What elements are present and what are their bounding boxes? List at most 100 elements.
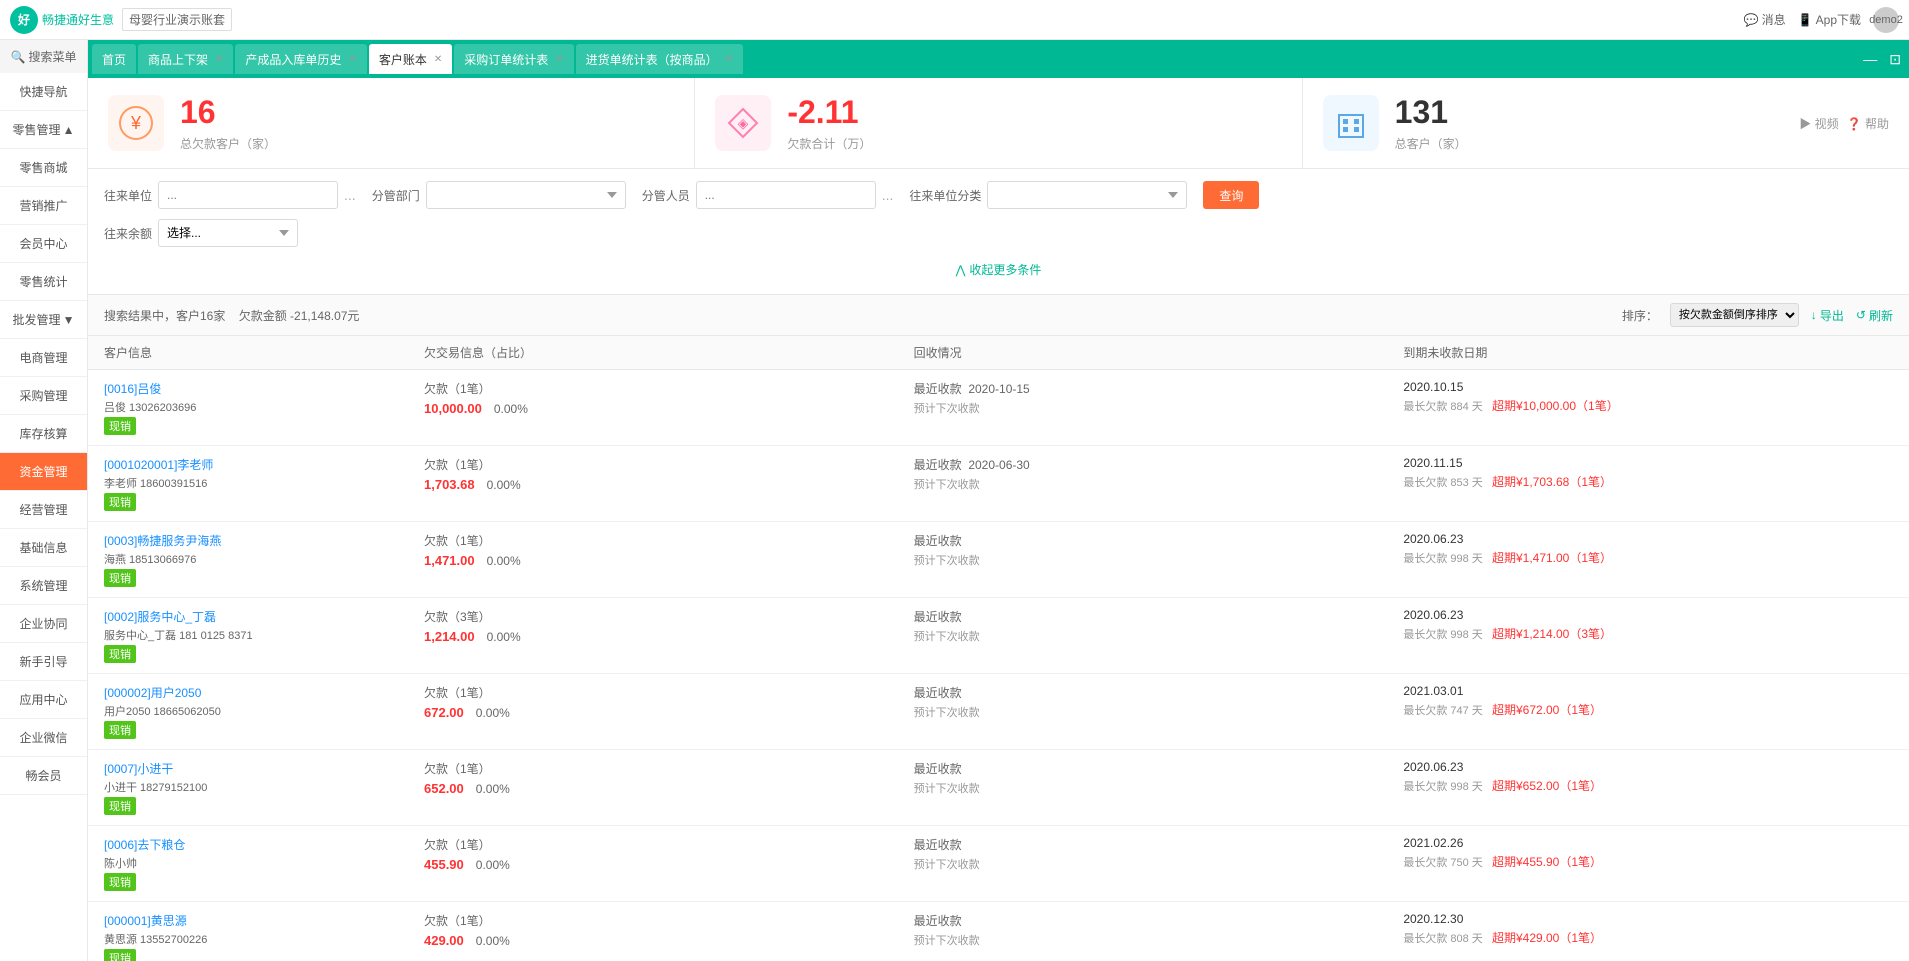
recovery-cell: 最近收款 预计下次收款 [914,912,1404,948]
tab-close-icon[interactable]: ✕ [434,54,442,65]
sidebar-item-system[interactable]: 系统管理 [0,567,87,605]
overdue-link[interactable]: 超期¥455.90（1笔） [1492,855,1602,869]
sidebar-item-capital[interactable]: 资金管理 [0,453,87,491]
sidebar-item-retail-stats[interactable]: 零售统计 [0,263,87,301]
overdue-link[interactable]: 超期¥429.00（1笔） [1492,931,1602,945]
logo-text: 畅捷通好生意 [42,11,114,28]
overdue-days-text: 最长欠款 808 天 [1403,933,1482,945]
filter-manager-input[interactable] [696,181,876,209]
sidebar-item-enterprise-wechat[interactable]: 企业微信 [0,719,87,757]
tab-import-stats[interactable]: 进货单统计表（按商品） ✕ [576,44,743,74]
stat-card-debt-total: ◈ -2.11 欠款合计（万） [695,78,1302,168]
help-link[interactable]: ❓ 帮助 [1847,115,1889,132]
sidebar-item-newbie[interactable]: 新手引导 [0,643,87,681]
customer-info-cell: [0003]畅捷服务尹海燕 海燕 18513066976 现销 [104,532,424,587]
sidebar-item-member-plus[interactable]: 畅会员 [0,757,87,795]
filter-manager-label: 分管人员 [642,187,690,204]
debt-info-cell: 欠款（3笔） 1,214.00 0.00% [424,608,914,644]
refresh-button[interactable]: ↺ 刷新 [1856,307,1893,324]
debt-ratio: 0.00% [487,478,521,492]
sidebar-item-basic-info[interactable]: 基础信息 [0,529,87,567]
customer-name-link[interactable]: [0002]服务中心_丁磊 [104,608,424,625]
customer-name-link[interactable]: [0006]去下粮仓 [104,836,424,853]
due-date: 2021.02.26 [1403,836,1893,850]
export-button[interactable]: ↓ 导出 [1811,307,1844,324]
customer-name-link[interactable]: [000002]用户2050 [104,684,424,701]
stat-card-total-customers: 131 总客户（家） ▶ 视频 ❓ 帮助 [1303,78,1909,168]
sidebar-item-marketing[interactable]: 营销推广 [0,187,87,225]
overdue-days-text: 最长欠款 998 天 [1403,781,1482,793]
filter-dept-select[interactable] [426,181,626,209]
sidebar-item-enterprise-collab[interactable]: 企业协同 [0,605,87,643]
overdue-link[interactable]: 超期¥1,703.68（1笔） [1492,475,1612,489]
system-name[interactable]: 母婴行业演示账套 [122,8,232,31]
sidebar-item-inventory[interactable]: 库存核算 [0,415,87,453]
tab-customer-account[interactable]: 客户账本 ✕ [369,44,452,74]
tab-close-icon[interactable]: ✕ [725,54,733,65]
sort-select[interactable]: 按欠款金额倒序排序 [1670,303,1799,327]
overdue-link[interactable]: 超期¥10,000.00（1笔） [1492,399,1619,413]
tab-collapse-button[interactable]: — [1859,49,1881,69]
tab-close-icon[interactable]: ✕ [215,54,223,65]
customer-name-link[interactable]: [0001020001]李老师 [104,456,424,473]
customer-info-cell: [0001020001]李老师 李老师 18600391516 现销 [104,456,424,511]
debt-info-cell: 欠款（1笔） 1,703.68 0.00% [424,456,914,492]
customer-info-cell: [000001]黄思源 黄思源 13552700226 现销 [104,912,424,961]
table-row: [0003]畅捷服务尹海燕 海燕 18513066976 现销 欠款（1笔） 1… [88,522,1909,598]
filter-source-unit-input[interactable] [158,181,338,209]
message-button[interactable]: 💬 消息 [1744,11,1786,28]
customer-name-link[interactable]: [0003]畅捷服务尹海燕 [104,532,424,549]
debt-amount: 10,000.00 [424,401,482,416]
tab-close-icon[interactable]: ✕ [348,54,356,65]
overdue-link[interactable]: 超期¥652.00（1笔） [1492,779,1602,793]
filter-source-unit-picker[interactable]: ... [344,187,356,203]
sidebar-item-batch-mgmt[interactable]: 批发管理 ▼ [0,301,87,339]
filter-balance-select[interactable]: 选择... [158,219,298,247]
sidebar-item-biz-mgmt[interactable]: 经营管理 [0,491,87,529]
overdue-link[interactable]: 超期¥1,214.00（3笔） [1492,627,1612,641]
sidebar-item-ecommerce[interactable]: 电商管理 [0,339,87,377]
collapse-filter-button[interactable]: ⋀ 收起更多条件 [104,257,1893,282]
table-row: [000001]黄思源 黄思源 13552700226 现销 欠款（1笔） 42… [88,902,1909,961]
debt-count: 欠款（3笔） [424,608,914,625]
collapse-icon: ⋀ [956,263,966,277]
debt-ratio: 0.00% [476,934,510,948]
filter-category: 往来单位分类 [909,181,1187,209]
username: demo2 [1869,14,1903,26]
sidebar-item-member-center[interactable]: 会员中心 [0,225,87,263]
sidebar-item-retail-mgmt[interactable]: 零售管理 ▲ [0,111,87,149]
col-recovery: 回收情况 [914,344,1404,361]
overdue-link[interactable]: 超期¥1,471.00（1笔） [1492,551,1612,565]
filter-manager-picker[interactable]: ... [882,187,894,203]
tab-product-inbound[interactable]: 产成品入库单历史 ✕ [235,44,366,74]
filter-category-select[interactable] [987,181,1187,209]
app-download-button[interactable]: 📱 App下载 [1798,11,1861,28]
video-link[interactable]: ▶ 视频 [1799,115,1838,132]
overdue-link[interactable]: 超期¥672.00（1笔） [1492,703,1602,717]
table-row: [0001020001]李老师 李老师 18600391516 现销 欠款（1笔… [88,446,1909,522]
sidebar-item-purchase[interactable]: 采购管理 [0,377,87,415]
avatar[interactable]: demo2 [1873,7,1899,33]
tab-product-listing[interactable]: 商品上下架 ✕ [138,44,233,74]
col-due-date: 到期未收款日期 [1403,344,1893,361]
sidebar-item-app-center[interactable]: 应用中心 [0,681,87,719]
sidebar-item-retail-mall[interactable]: 零售商城 [0,149,87,187]
tab-home[interactable]: 首页 [92,44,136,74]
customer-info-cell: [0002]服务中心_丁磊 服务中心_丁磊 181 0125 8371 现销 [104,608,424,663]
sidebar-item-quicknav[interactable]: 快捷导航 [0,73,87,111]
filter-source-unit: 往来单位 ... [104,181,356,209]
video-icon: ▶ [1799,117,1811,131]
sidebar-search[interactable]: 🔍 搜索菜单 [0,40,87,73]
search-button[interactable]: 查询 [1203,181,1259,209]
customer-name-link[interactable]: [000001]黄思源 [104,912,424,929]
customer-name-link[interactable]: [0007]小进干 [104,760,424,777]
tab-close-icon[interactable]: ✕ [555,54,563,65]
overdue-days-text: 最长欠款 884 天 [1403,401,1482,413]
tab-purchase-order[interactable]: 采购订单统计表 ✕ [454,44,573,74]
due-date-cell: 2020.06.23 最长欠款 998 天 超期¥652.00（1笔） [1403,760,1893,794]
debt-amount: 672.00 [424,705,464,720]
tab-expand-button[interactable]: ⊡ [1885,49,1905,70]
customer-name-link[interactable]: [0016]吕俊 [104,380,424,397]
debt-info-cell: 欠款（1笔） 429.00 0.00% [424,912,914,948]
stat-icon-building [1323,95,1379,151]
